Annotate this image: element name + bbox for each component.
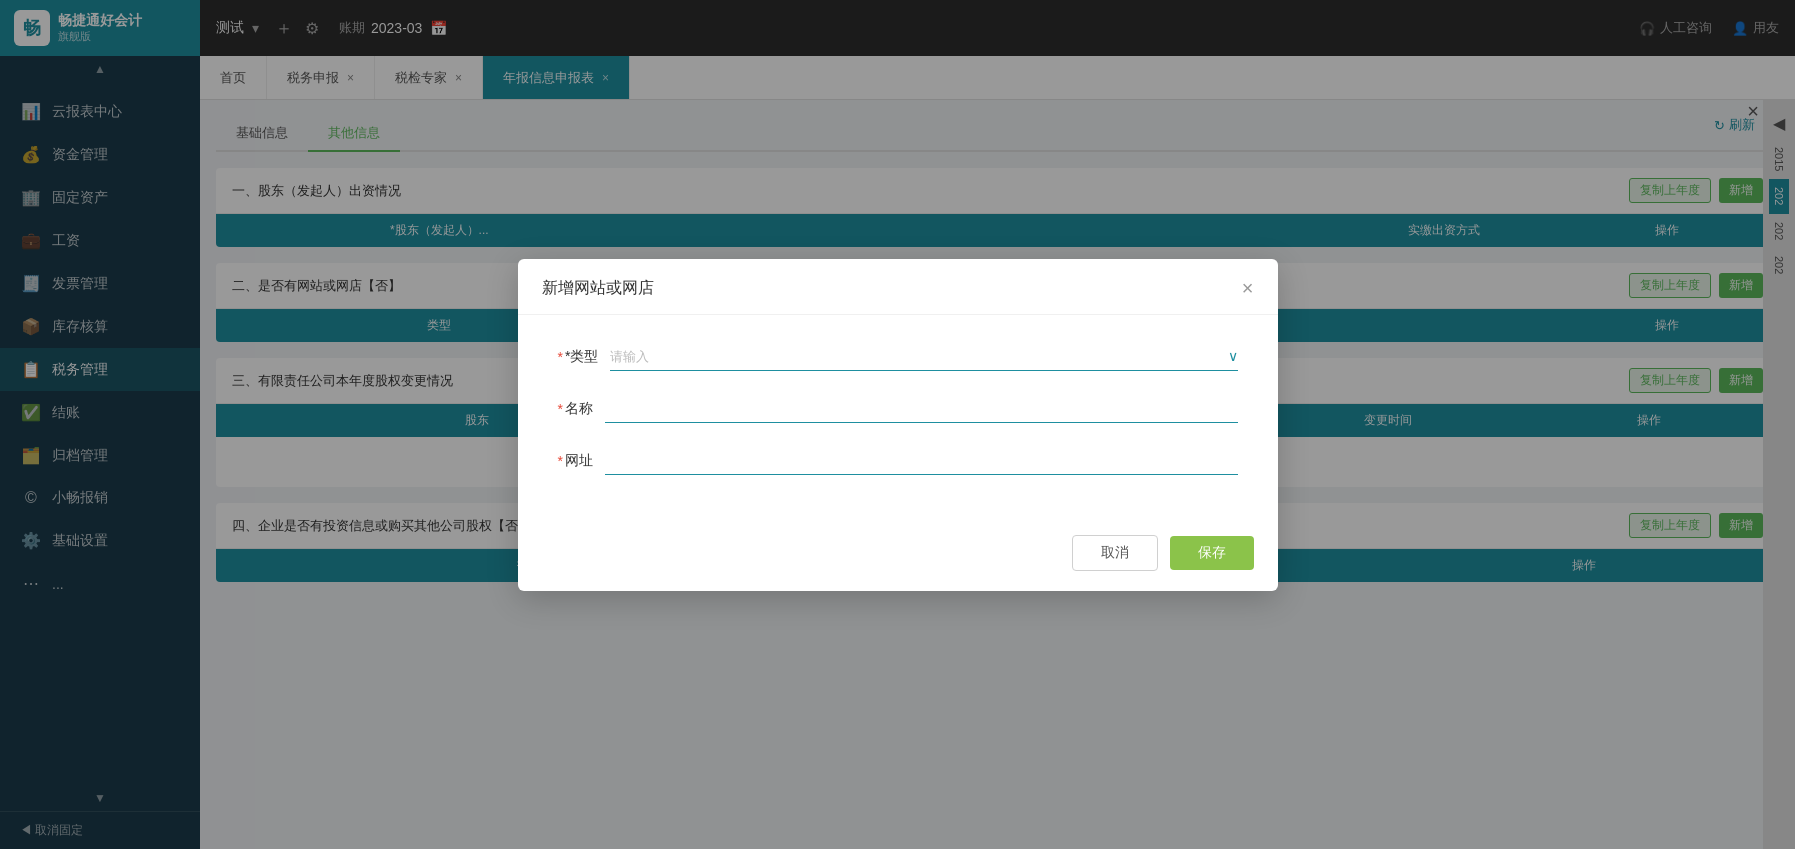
dialog-footer: 取消 保存 xyxy=(518,519,1278,591)
type-field: ∨ xyxy=(610,343,1237,371)
form-row-url: * 网址 xyxy=(558,447,1238,475)
url-field xyxy=(605,447,1238,475)
type-required-mark: * xyxy=(558,349,563,365)
name-input[interactable] xyxy=(605,399,1238,418)
url-input[interactable] xyxy=(605,451,1238,470)
url-required-mark: * xyxy=(558,453,563,469)
dialog-close-button[interactable]: × xyxy=(1242,277,1254,300)
type-dropdown-icon[interactable]: ∨ xyxy=(1228,348,1238,364)
name-required-mark: * xyxy=(558,401,563,417)
dialog: 新增网站或网店 × * *类型 ∨ * 名称 xyxy=(518,259,1278,591)
form-row-name: * 名称 xyxy=(558,395,1238,423)
dialog-body: * *类型 ∨ * 名称 * 网址 xyxy=(518,315,1278,519)
type-input[interactable] xyxy=(610,347,1227,366)
cancel-button[interactable]: 取消 xyxy=(1072,535,1158,571)
url-label: 网址 xyxy=(565,452,593,470)
name-label: 名称 xyxy=(565,400,593,418)
dialog-header: 新增网站或网店 × xyxy=(518,259,1278,315)
form-row-type: * *类型 ∨ xyxy=(558,343,1238,371)
name-field xyxy=(605,395,1238,423)
dialog-title: 新增网站或网店 xyxy=(542,278,654,299)
save-button[interactable]: 保存 xyxy=(1170,536,1254,570)
type-label: *类型 xyxy=(565,348,598,366)
